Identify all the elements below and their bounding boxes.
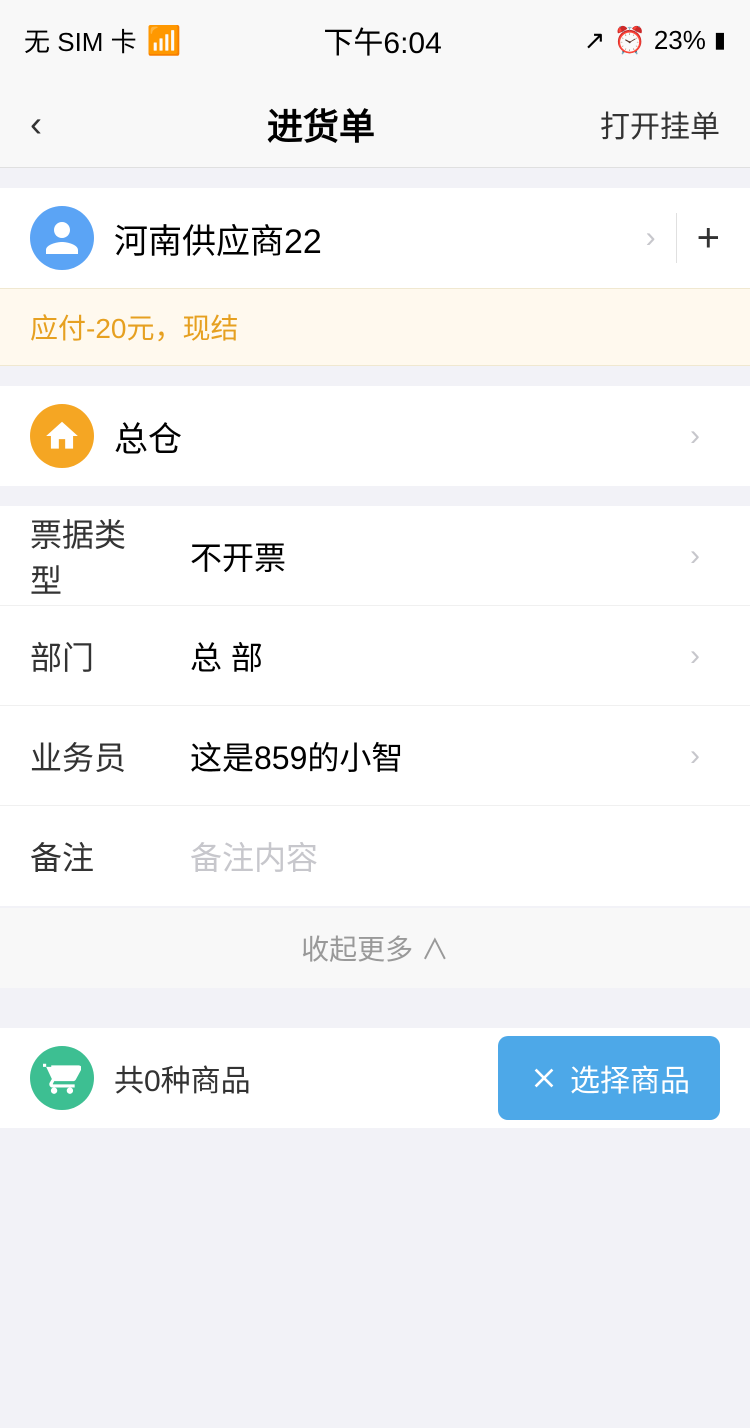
notice-banner: 应付-20元，现结 xyxy=(0,288,750,366)
carrier-label: 无 SIM 卡 xyxy=(24,22,137,59)
invoice-type-chevron-icon: › xyxy=(690,539,700,573)
salesperson-chevron-icon: › xyxy=(690,739,700,773)
divider xyxy=(676,213,677,263)
supplier-chevron-icon: › xyxy=(646,221,656,255)
warehouse-icon xyxy=(43,417,81,455)
open-hang-button[interactable]: 打开挂单 xyxy=(600,102,720,146)
department-label: 部门 xyxy=(30,633,150,679)
status-right: ↗ ⏰ 23% ▮ xyxy=(584,25,726,56)
page-background xyxy=(0,1128,750,1428)
form-section: 票据类型 不开票 › 部门 总 部 › 业务员 这是859的小智 › 备注 备注… xyxy=(0,506,750,906)
warehouse-chevron-icon: › xyxy=(690,419,700,453)
warehouse-icon-wrap xyxy=(30,404,94,468)
collapse-label: 收起更多 ∧ xyxy=(301,928,449,968)
salesperson-label: 业务员 xyxy=(30,733,150,779)
wifi-icon: 📶 xyxy=(147,24,182,57)
status-left: 无 SIM 卡 📶 xyxy=(24,22,182,59)
remark-label: 备注 xyxy=(30,833,150,879)
supplier-row[interactable]: 河南供应商22 › + xyxy=(0,188,750,288)
select-goods-button[interactable]: 选择商品 xyxy=(498,1036,720,1120)
notice-text: 应付-20元，现结 xyxy=(30,313,238,344)
warehouse-row[interactable]: 总仓 › xyxy=(0,386,750,486)
form-row-remark[interactable]: 备注 备注内容 xyxy=(0,806,750,906)
bottom-bar: 共0种商品 选择商品 xyxy=(0,1028,750,1128)
battery-label: 23% xyxy=(654,25,706,56)
supplier-avatar xyxy=(30,206,94,270)
department-chevron-icon: › xyxy=(690,639,700,673)
section-gap-1 xyxy=(0,168,750,188)
page-title: 进货单 xyxy=(267,98,375,150)
form-row-salesperson[interactable]: 业务员 这是859的小智 › xyxy=(0,706,750,806)
person-icon xyxy=(42,218,82,258)
select-goods-icon xyxy=(528,1062,560,1094)
invoice-type-label: 票据类型 xyxy=(30,510,150,602)
goods-count-label: 共0种商品 xyxy=(114,1056,498,1100)
supplier-name: 河南供应商22 xyxy=(114,214,646,263)
status-time: 下午6:04 xyxy=(323,18,441,62)
warehouse-name: 总仓 xyxy=(114,412,690,461)
add-supplier-button[interactable]: + xyxy=(697,216,720,261)
cart-icon-wrap xyxy=(30,1046,94,1110)
invoice-type-value: 不开票 xyxy=(190,533,690,579)
cart-icon xyxy=(43,1059,81,1097)
back-button[interactable]: ‹ xyxy=(30,103,42,145)
alarm-icon: ⏰ xyxy=(613,25,645,56)
battery-icon: ▮ xyxy=(714,27,726,53)
location-icon: ↗ xyxy=(584,25,606,56)
section-gap-2 xyxy=(0,988,750,1008)
select-goods-label: 选择商品 xyxy=(570,1056,690,1100)
nav-bar: ‹ 进货单 打开挂单 xyxy=(0,80,750,168)
form-row-department[interactable]: 部门 总 部 › xyxy=(0,606,750,706)
remark-input[interactable]: 备注内容 xyxy=(190,833,720,879)
department-value: 总 部 xyxy=(190,633,690,679)
form-row-invoice-type[interactable]: 票据类型 不开票 › xyxy=(0,506,750,606)
collapse-row[interactable]: 收起更多 ∧ xyxy=(0,908,750,988)
status-bar: 无 SIM 卡 📶 下午6:04 ↗ ⏰ 23% ▮ xyxy=(0,0,750,80)
salesperson-value: 这是859的小智 xyxy=(190,733,690,779)
